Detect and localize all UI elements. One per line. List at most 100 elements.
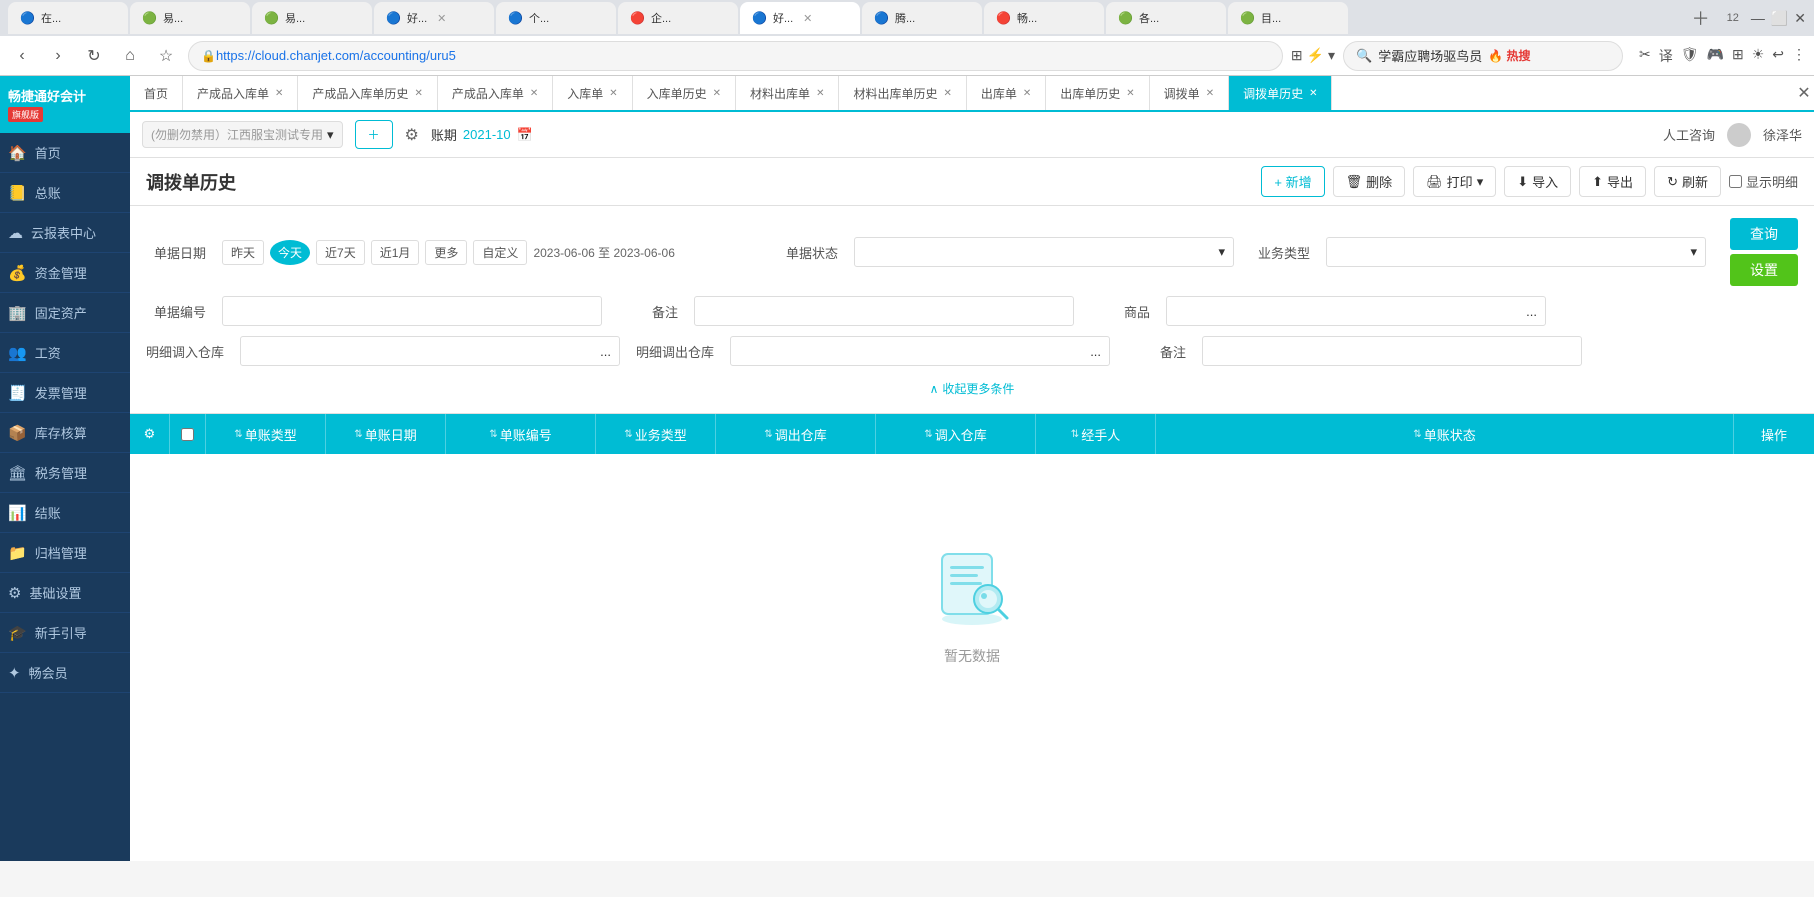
sidebar-item-fixed-asset[interactable]: 🏢 固定资产 bbox=[0, 293, 130, 333]
app-tab-11[interactable]: 调拨单历史 ✕ bbox=[1229, 76, 1332, 110]
table-header-out-wh[interactable]: ⇅ 调出仓库 bbox=[716, 414, 876, 454]
app-tab-10[interactable]: 调拨单 ✕ bbox=[1150, 76, 1229, 110]
app-tab-4[interactable]: 入库单 ✕ bbox=[553, 76, 632, 110]
add-org-button[interactable]: ＋ bbox=[355, 120, 393, 149]
goods-dots-icon[interactable]: ... bbox=[1526, 304, 1537, 319]
user-label[interactable]: 徐泽华 bbox=[1763, 125, 1802, 144]
table-header-status[interactable]: ⇅ 单账状态 bbox=[1156, 414, 1734, 454]
filter-settings-button[interactable]: 设置 bbox=[1730, 254, 1798, 286]
table-header-type[interactable]: ⇅ 单账类型 bbox=[206, 414, 326, 454]
minimize-button[interactable]: — bbox=[1751, 10, 1765, 27]
lightning-icon[interactable]: ⚡ bbox=[1307, 47, 1324, 64]
display-toggle-checkbox[interactable] bbox=[1729, 175, 1742, 188]
date-yesterday-btn[interactable]: 昨天 bbox=[222, 240, 264, 265]
dropdown-icon[interactable]: ▾ bbox=[1328, 47, 1335, 64]
date-1month-btn[interactable]: 近1月 bbox=[371, 240, 420, 265]
browser-tab-1[interactable]: 🔵 在... bbox=[8, 2, 128, 34]
browser-tab-9[interactable]: 🔴 畅... bbox=[984, 2, 1104, 34]
game-icon[interactable]: 🎮 bbox=[1707, 46, 1724, 66]
browser-tab-8[interactable]: 🔵 腾... bbox=[862, 2, 982, 34]
forward-button[interactable]: › bbox=[44, 42, 72, 70]
browser-tab-6[interactable]: 🔴 企... bbox=[618, 2, 738, 34]
brightness-icon[interactable]: ☀ bbox=[1752, 46, 1765, 66]
browser-tab-2[interactable]: 🟢 易... bbox=[130, 2, 250, 34]
sidebar-item-archive[interactable]: 📁 归档管理 bbox=[0, 533, 130, 573]
app-tab-close-9[interactable]: ✕ bbox=[1126, 88, 1134, 99]
cut-icon[interactable]: ✂ bbox=[1639, 46, 1651, 66]
status-filter-select[interactable]: ▾ bbox=[854, 237, 1234, 267]
app-tab-close-8[interactable]: ✕ bbox=[1023, 88, 1031, 99]
app-tab-close-10[interactable]: ✕ bbox=[1206, 88, 1214, 99]
app-tab-close-5[interactable]: ✕ bbox=[713, 88, 721, 99]
detail-out-input[interactable]: ... bbox=[730, 336, 1110, 366]
browser-tab-10[interactable]: 🟢 各... bbox=[1106, 2, 1226, 34]
bookmark-button[interactable]: ☆ bbox=[152, 42, 180, 70]
sidebar-item-invoice[interactable]: 🧾 发票管理 bbox=[0, 373, 130, 413]
reload-button[interactable]: ↻ bbox=[80, 42, 108, 70]
sidebar-item-fund[interactable]: 💰 资金管理 bbox=[0, 253, 130, 293]
sidebar-item-salary[interactable]: 👥 工资 bbox=[0, 333, 130, 373]
print-button[interactable]: 🖨 打印 ▾ bbox=[1413, 166, 1496, 197]
app-tab-close-6[interactable]: ✕ bbox=[816, 88, 824, 99]
import-button[interactable]: ⬇ 导入 bbox=[1504, 166, 1571, 197]
browser-tab-7[interactable]: 🔵 好... ✕ bbox=[740, 2, 860, 34]
close-all-tabs-button[interactable]: ✕ bbox=[1794, 76, 1814, 110]
shield-icon[interactable]: 🛡 bbox=[1681, 46, 1699, 66]
date-more-btn[interactable]: 更多 bbox=[425, 240, 467, 265]
url-bar[interactable]: 🔒 https://cloud.chanjet.com/accounting/u… bbox=[188, 41, 1283, 71]
app-tab-9[interactable]: 出库单历史 ✕ bbox=[1046, 76, 1149, 110]
menu-icon[interactable]: ⋮ bbox=[1792, 46, 1806, 66]
browser-tab-close-4[interactable]: ✕ bbox=[437, 12, 446, 25]
calendar-icon[interactable]: 📅 bbox=[517, 127, 533, 143]
sidebar-item-inventory[interactable]: 📦 库存核算 bbox=[0, 413, 130, 453]
extensions-icon[interactable]: ⊞ bbox=[1291, 47, 1303, 64]
export-button[interactable]: ⬆ 导出 bbox=[1579, 166, 1646, 197]
detail-remark-input[interactable] bbox=[1202, 336, 1582, 366]
new-browser-tab-button[interactable]: ＋ bbox=[1687, 4, 1715, 32]
detail-out-dots-icon[interactable]: ... bbox=[1090, 344, 1101, 359]
filter-collapse-button[interactable]: ∧ 收起更多条件 bbox=[146, 376, 1798, 401]
support-label[interactable]: 人工咨询 bbox=[1663, 125, 1715, 144]
sidebar-item-close-accounts[interactable]: 📊 结账 bbox=[0, 493, 130, 533]
table-header-in-wh[interactable]: ⇅ 调入仓库 bbox=[876, 414, 1036, 454]
date-custom-btn[interactable]: 自定义 bbox=[473, 240, 527, 265]
sidebar-item-cloud-report[interactable]: ☁ 云报表中心 bbox=[0, 213, 130, 253]
goods-filter-input[interactable]: ... bbox=[1166, 296, 1546, 326]
app-tab-close-7[interactable]: ✕ bbox=[943, 88, 951, 99]
date-today-btn[interactable]: 今天 bbox=[270, 240, 310, 265]
home-button[interactable]: ⌂ bbox=[116, 42, 144, 70]
undo-icon[interactable]: ↩ bbox=[1772, 46, 1784, 66]
new-button[interactable]: + 新增 bbox=[1261, 166, 1324, 197]
browser-tab-4[interactable]: 🔵 好... ✕ bbox=[374, 2, 494, 34]
query-button[interactable]: 查询 bbox=[1730, 218, 1798, 250]
table-header-gear[interactable]: ⚙ bbox=[130, 414, 170, 454]
app-tab-2[interactable]: 产成品入库单历史 ✕ bbox=[298, 76, 437, 110]
table-header-handler[interactable]: ⇅ 经手人 bbox=[1036, 414, 1156, 454]
browser-tab-11[interactable]: 🟢 目... bbox=[1228, 2, 1348, 34]
table-header-check[interactable] bbox=[170, 414, 206, 454]
table-header-biz[interactable]: ⇅ 业务类型 bbox=[596, 414, 716, 454]
period-value[interactable]: 2021-10 bbox=[463, 127, 511, 142]
app-tab-close-1[interactable]: ✕ bbox=[275, 88, 283, 99]
browser-tab-5[interactable]: 🔵 个... bbox=[496, 2, 616, 34]
table-header-date[interactable]: ⇅ 单账日期 bbox=[326, 414, 446, 454]
app-tab-close-2[interactable]: ✕ bbox=[414, 88, 422, 99]
sidebar-item-guide[interactable]: 🎓 新手引导 bbox=[0, 613, 130, 653]
app-tab-5[interactable]: 入库单历史 ✕ bbox=[633, 76, 736, 110]
app-tab-6[interactable]: 材料出库单 ✕ bbox=[736, 76, 839, 110]
detail-in-dots-icon[interactable]: ... bbox=[600, 344, 611, 359]
app-tab-1[interactable]: 产成品入库单 ✕ bbox=[183, 76, 298, 110]
app-tab-home[interactable]: 首页 bbox=[130, 76, 183, 110]
doc-num-input[interactable] bbox=[222, 296, 602, 326]
translate-icon[interactable]: 译 bbox=[1659, 46, 1673, 66]
app-tab-8[interactable]: 出库单 ✕ bbox=[967, 76, 1046, 110]
app-tab-close-11[interactable]: ✕ bbox=[1309, 88, 1317, 99]
app-tab-close-3[interactable]: ✕ bbox=[530, 88, 538, 99]
settings-icon-top[interactable]: ⚙ bbox=[405, 125, 419, 145]
app-tab-close-4[interactable]: ✕ bbox=[609, 88, 617, 99]
detail-in-input[interactable]: ... bbox=[240, 336, 620, 366]
sidebar-item-member[interactable]: ✦ 畅会员 bbox=[0, 653, 130, 693]
sidebar-item-home[interactable]: 🏠 首页 bbox=[0, 133, 130, 173]
org-selector[interactable]: (勿删勿禁用）江西服宝测试专用 ▾ bbox=[142, 121, 343, 148]
biz-type-filter-select[interactable]: ▾ bbox=[1326, 237, 1706, 267]
